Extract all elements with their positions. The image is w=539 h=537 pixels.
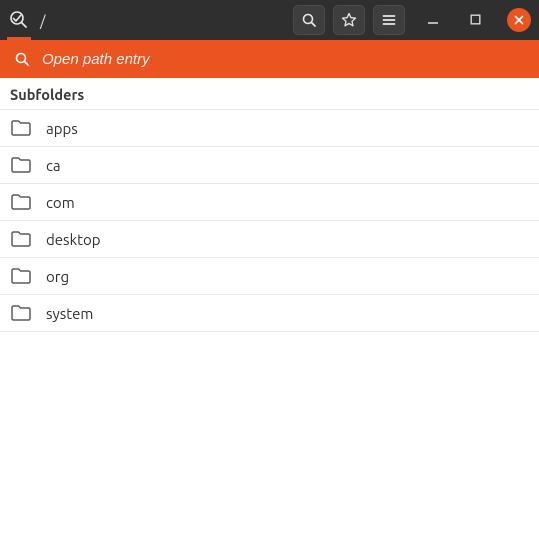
hamburger-icon — [381, 12, 397, 28]
folder-row-ca[interactable]: ca — [0, 147, 539, 184]
maximize-icon — [470, 12, 481, 28]
path-input[interactable] — [42, 51, 525, 68]
app-icon[interactable] — [8, 9, 30, 31]
path-bar — [0, 40, 539, 78]
folder-label: com — [46, 194, 75, 211]
folder-row-desktop[interactable]: desktop — [0, 221, 539, 258]
close-button[interactable] — [507, 8, 531, 32]
maximize-button[interactable] — [461, 6, 489, 34]
folder-icon — [10, 266, 32, 286]
folder-icon — [10, 155, 32, 175]
folder-icon — [10, 229, 32, 249]
menu-button[interactable] — [373, 5, 405, 35]
bookmark-button[interactable] — [333, 5, 365, 35]
folder-row-org[interactable]: org — [0, 258, 539, 295]
folder-icon — [10, 303, 32, 323]
breadcrumb[interactable]: / — [40, 12, 46, 29]
folder-list: apps ca com desktop org system — [0, 109, 539, 332]
headerbar: / — [0, 0, 539, 40]
folder-label: apps — [46, 120, 78, 137]
search-button[interactable] — [293, 5, 325, 35]
minimize-icon — [427, 12, 439, 28]
folder-row-apps[interactable]: apps — [0, 109, 539, 147]
search-icon — [14, 51, 30, 67]
section-heading-subfolders: Subfolders — [0, 78, 539, 109]
folder-row-system[interactable]: system — [0, 295, 539, 332]
minimize-button[interactable] — [419, 6, 447, 34]
star-icon — [341, 12, 357, 28]
folder-label: desktop — [46, 231, 101, 248]
folder-icon — [10, 192, 32, 212]
search-icon — [301, 12, 317, 28]
folder-row-com[interactable]: com — [0, 184, 539, 221]
folder-label: ca — [46, 157, 61, 174]
folder-label: system — [46, 305, 93, 322]
close-icon — [514, 12, 524, 28]
folder-label: org — [46, 268, 69, 285]
folder-icon — [10, 118, 32, 138]
